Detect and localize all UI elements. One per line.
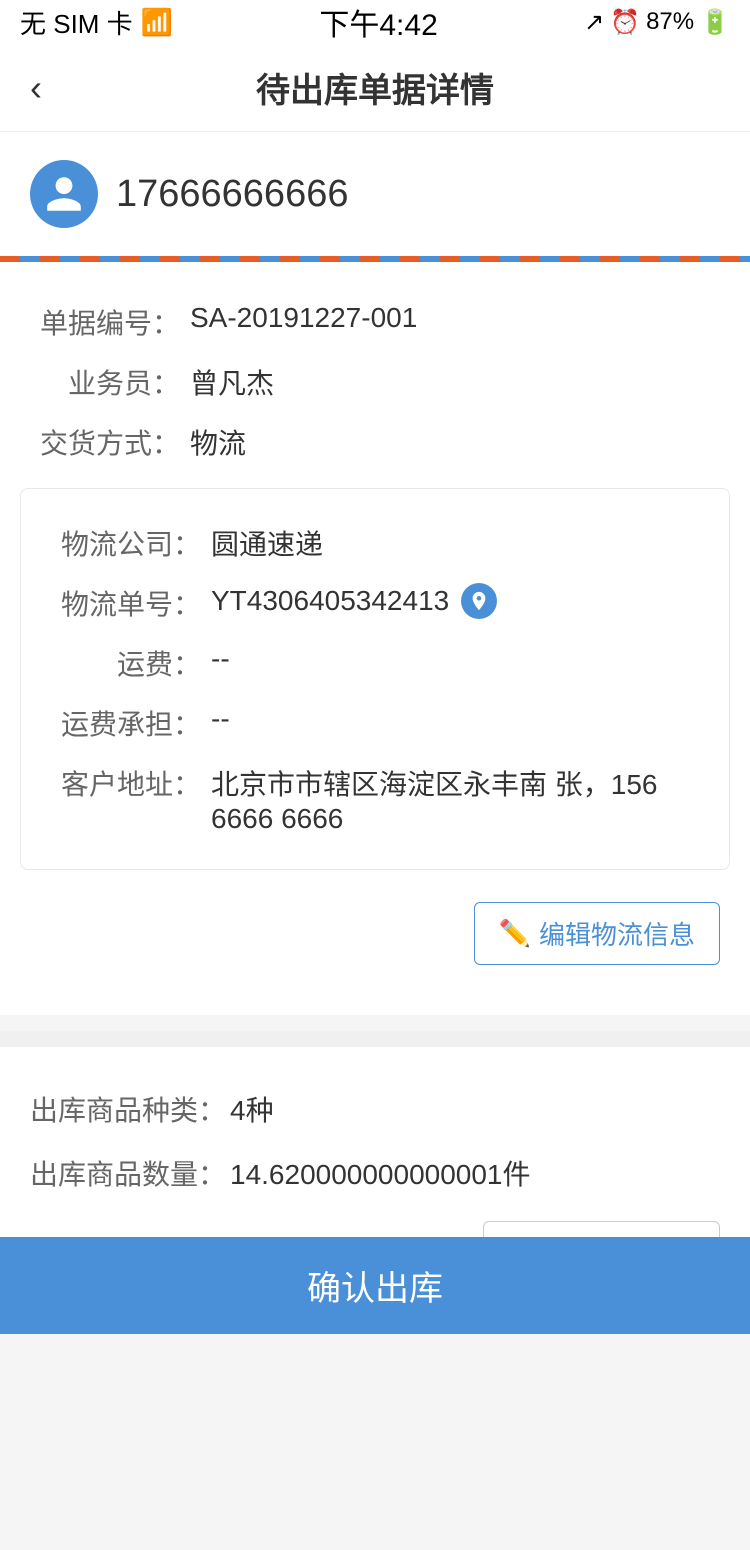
location-status-icon: ↗ — [584, 8, 604, 37]
item-quantity-value: 14.620000000000001件 — [230, 1153, 531, 1193]
freight-label: 运费： — [51, 643, 211, 683]
logistics-card: 物流公司： 圆通速递 物流单号： YT4306405342413 运费： -- — [20, 488, 730, 870]
status-right: ↗ ⏰ 87% 🔋 — [584, 8, 730, 37]
status-time: 下午4:42 — [319, 0, 437, 44]
order-number-value: SA-20191227-001 — [190, 302, 720, 334]
item-quantity-row: 出库商品数量： 14.620000000000001件 — [0, 1141, 750, 1205]
edit-logistics-button[interactable]: ✏️ 编辑物流信息 — [474, 902, 720, 965]
order-number-row: 单据编号： SA-20191227-001 — [0, 292, 750, 352]
sales-person-value: 曾凡杰 — [190, 362, 720, 402]
delivery-method-value: 物流 — [190, 422, 720, 462]
battery-text: 87% — [646, 8, 694, 36]
item-types-row: 出库商品种类： 4种 — [0, 1077, 750, 1141]
logistics-company-row: 物流公司： 圆通速递 — [37, 513, 713, 573]
edit-logistics-label: 编辑物流信息 — [539, 915, 695, 952]
confirm-outbound-button[interactable]: 确认出库 — [307, 1261, 443, 1310]
tracking-value: YT4306405342413 — [211, 585, 449, 617]
map-pin-icon — [468, 590, 490, 612]
battery-icon: 🔋 — [700, 8, 730, 37]
freight-bearer-row: 运费承担： -- — [37, 693, 713, 753]
wifi-icon: 📶 — [141, 7, 173, 38]
order-number-label: 单据编号： — [30, 302, 190, 342]
user-icon — [43, 173, 85, 215]
delivery-method-label: 交货方式： — [30, 422, 190, 462]
logistics-company-label: 物流公司： — [51, 523, 211, 563]
address-value: 北京市市辖区海淀区永丰南 张，156 6666 6666 — [211, 763, 699, 835]
nav-bar: ‹ 待出库单据详情 — [0, 44, 750, 132]
sales-person-label: 业务员： — [30, 362, 190, 402]
freight-row: 运费： -- — [37, 633, 713, 693]
status-bar: 无 SIM 卡 📶 下午4:42 ↗ ⏰ 87% 🔋 — [0, 0, 750, 44]
tracking-value-row: YT4306405342413 — [211, 583, 497, 619]
alarm-icon: ⏰ — [610, 8, 640, 37]
logistics-company-value: 圆通速递 — [211, 523, 699, 563]
edit-icon: ✏️ — [499, 918, 531, 949]
phone-header-card: 17666666666 — [0, 132, 750, 256]
freight-value: -- — [211, 643, 699, 675]
address-label: 客户地址： — [51, 763, 211, 803]
freight-bearer-value: -- — [211, 703, 699, 735]
section-divider — [0, 1031, 750, 1047]
basic-info-section: 单据编号： SA-20191227-001 业务员： 曾凡杰 交货方式： 物流 … — [0, 262, 750, 1015]
sales-person-row: 业务员： 曾凡杰 — [0, 352, 750, 412]
back-button[interactable]: ‹ — [30, 67, 42, 109]
avatar — [30, 160, 98, 228]
status-carrier: 无 SIM 卡 📶 — [20, 4, 173, 41]
item-types-label: 出库商品种类： — [30, 1089, 230, 1129]
tracking-row: 物流单号： YT4306405342413 — [37, 573, 713, 633]
address-row: 客户地址： 北京市市辖区海淀区永丰南 张，156 6666 6666 — [37, 753, 713, 845]
delivery-method-row: 交货方式： 物流 — [0, 412, 750, 472]
item-quantity-label: 出库商品数量： — [30, 1153, 230, 1193]
item-types-value: 4种 — [230, 1089, 274, 1129]
carrier-text: 无 SIM 卡 — [20, 4, 133, 41]
phone-number: 17666666666 — [116, 173, 348, 216]
empty-space — [0, 1350, 750, 1550]
edit-btn-row: ✏️ 编辑物流信息 — [0, 886, 750, 985]
bottom-bar: 确认出库 — [0, 1237, 750, 1334]
map-pin-button[interactable] — [461, 583, 497, 619]
tracking-label: 物流单号： — [51, 583, 211, 623]
freight-bearer-label: 运费承担： — [51, 703, 211, 743]
content-area: 17666666666 单据编号： SA-20191227-001 业务员： 曾… — [0, 132, 750, 1550]
page-title: 待出库单据详情 — [256, 63, 494, 112]
